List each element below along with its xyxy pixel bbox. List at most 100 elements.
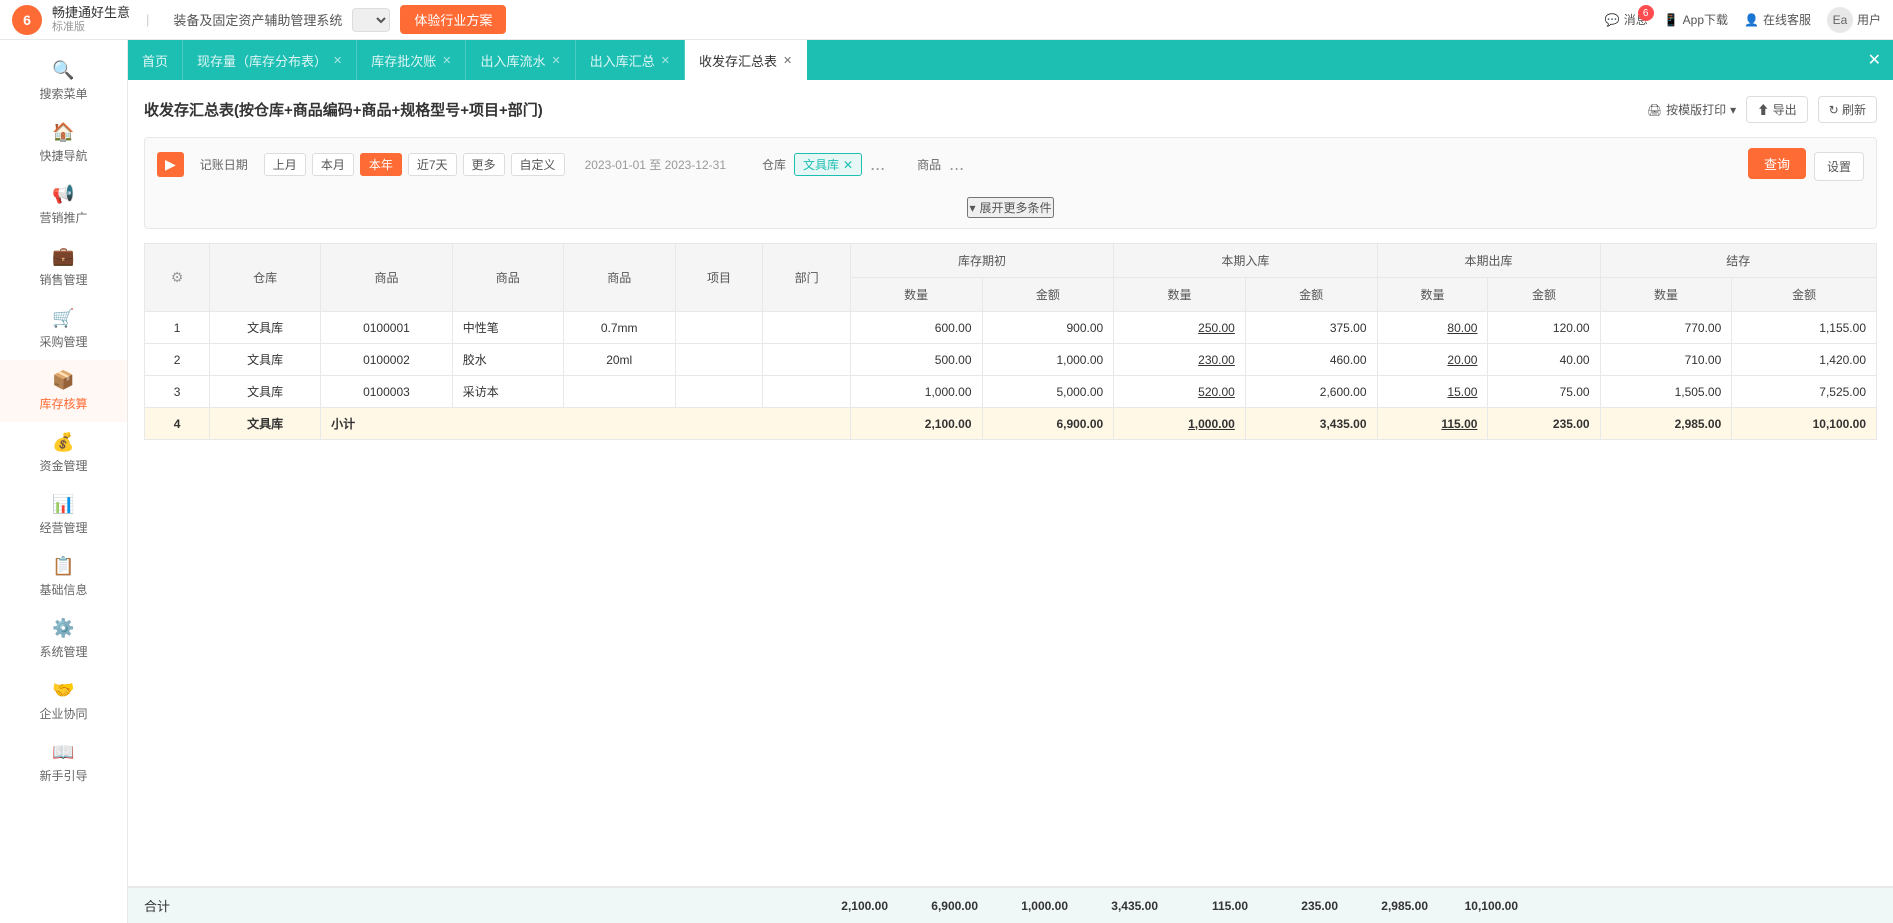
tab-receipts-summary-close[interactable]: ✕ [783, 54, 792, 67]
goods-filter-more[interactable]: ... [949, 154, 964, 175]
row1-out-qty[interactable]: 80.00 [1377, 312, 1488, 344]
tab-batch[interactable]: 库存批次账 ✕ [357, 40, 466, 80]
sidebar-item-purchase[interactable]: 🛒 采购管理 [0, 298, 127, 360]
sidebar-item-enterprise[interactable]: 🤝 企业协同 [0, 670, 127, 732]
tab-stock-dist-close[interactable]: ✕ [333, 54, 342, 67]
row2-in-qty-link[interactable]: 230.00 [1198, 353, 1235, 367]
total-bar: 合计 2,100.00 6,900.00 1,000.00 3,435.00 1… [128, 886, 1893, 923]
subtotal-row: 4 文具库 小计 2,100.00 6,900.00 1,000.00 3,43… [145, 408, 1877, 440]
row3-in-qty[interactable]: 520.00 [1114, 376, 1246, 408]
right-panel: 查询 设置 [1748, 148, 1864, 181]
date-btn-this-month[interactable]: 本月 [312, 153, 354, 176]
tab-stock-dist-label: 现存量（库存分布表） [197, 51, 327, 70]
operations-icon: 📊 [52, 494, 74, 515]
date-btn-last-month[interactable]: 上月 [264, 153, 306, 176]
total-balance-amt: 10,100.00 [1438, 899, 1528, 913]
tab-flow-close[interactable]: ✕ [552, 54, 561, 67]
sidebar-item-quicknav[interactable]: 🏠 快捷导航 [0, 112, 127, 174]
sidebar-label-quicknav: 快捷导航 [39, 147, 87, 164]
sidebar-item-system[interactable]: ⚙️ 系统管理 [0, 608, 127, 670]
sidebar-item-basic-info[interactable]: 📋 基础信息 [0, 546, 127, 608]
warehouse-filter-more[interactable]: ... [870, 154, 885, 175]
row2-balance-amt: 1,420.00 [1732, 344, 1877, 376]
row2-out-qty[interactable]: 20.00 [1377, 344, 1488, 376]
row1-out-amt: 120.00 [1488, 312, 1600, 344]
tab-flow[interactable]: 出入库流水 ✕ [466, 40, 575, 80]
row3-out-amt: 75.00 [1488, 376, 1600, 408]
row3-out-qty-link[interactable]: 15.00 [1447, 385, 1477, 399]
row1-product-name: 中性笔 [452, 312, 563, 344]
date-btn-custom[interactable]: 自定义 [511, 153, 565, 176]
system-select[interactable] [352, 8, 390, 32]
row2-product-code: 0100002 [321, 344, 453, 376]
try-btn[interactable]: 体验行业方案 [400, 5, 506, 34]
tab-batch-close[interactable]: ✕ [442, 54, 451, 67]
online-service-btn[interactable]: 👤 在线客服 [1744, 11, 1811, 28]
row1-in-qty[interactable]: 250.00 [1114, 312, 1246, 344]
table-row: 1 文具库 0100001 中性笔 0.7mm 600.00 900.00 25… [145, 312, 1877, 344]
table-gear-icon[interactable]: ⚙ [171, 269, 184, 285]
row2-out-qty-link[interactable]: 20.00 [1447, 353, 1477, 367]
row3-in-qty-link[interactable]: 520.00 [1198, 385, 1235, 399]
row3-index: 3 [145, 376, 210, 408]
row2-warehouse: 文具库 [210, 344, 321, 376]
row1-balance-amt: 1,155.00 [1732, 312, 1877, 344]
subtotal-out-qty[interactable]: 115.00 [1377, 408, 1488, 440]
row3-product-name: 采访本 [452, 376, 563, 408]
row1-department [763, 312, 851, 344]
app-download-btn[interactable]: 📱 App下载 [1664, 11, 1728, 28]
row2-project [675, 344, 763, 376]
subtotal-warehouse: 文具库 [210, 408, 321, 440]
tab-stock-dist[interactable]: 现存量（库存分布表） ✕ [183, 40, 357, 80]
th-settings[interactable]: ⚙ [145, 244, 210, 312]
th-current-in: 本期入库 [1114, 244, 1377, 278]
sidebar-item-finance[interactable]: 💰 资金管理 [0, 422, 127, 484]
subtotal-out-qty-link[interactable]: 115.00 [1441, 417, 1477, 431]
tab-bar-close[interactable]: ✕ [1856, 50, 1893, 70]
filter-toggle-btn[interactable]: ▶ [157, 152, 184, 177]
warehouse-tag-close[interactable]: ✕ [843, 158, 853, 172]
tab-summary[interactable]: 出入库汇总 ✕ [576, 40, 685, 80]
user-label: 用户 [1857, 11, 1881, 28]
row2-index: 2 [145, 344, 210, 376]
sidebar-label-enterprise: 企业协同 [39, 705, 87, 722]
filter-settings-btn[interactable]: 设置 [1814, 152, 1864, 181]
goods-filter-label: 商品 [917, 156, 941, 173]
sidebar-item-marketing[interactable]: 📢 营销推广 [0, 174, 127, 236]
sidebar-item-operations[interactable]: 📊 经营管理 [0, 484, 127, 546]
subtotal-in-qty-link[interactable]: 1,000.00 [1188, 417, 1235, 431]
export-btn[interactable]: ⬆ 导出 [1746, 96, 1807, 123]
subtotal-in-qty[interactable]: 1,000.00 [1114, 408, 1246, 440]
date-btn-7days[interactable]: 近7天 [408, 153, 457, 176]
row1-in-qty-link[interactable]: 250.00 [1198, 321, 1235, 335]
app-download-label: App下载 [1683, 11, 1728, 28]
row3-out-qty[interactable]: 15.00 [1377, 376, 1488, 408]
filter-row: ▶ 记账日期 上月 本月 本年 近7天 更多 自定义 2023-01-01 至 … [157, 148, 1864, 181]
tab-home[interactable]: 首页 [128, 40, 183, 80]
tab-summary-close[interactable]: ✕ [661, 54, 670, 67]
sidebar-item-guide[interactable]: 📖 新手引导 [0, 732, 127, 794]
system-name: 装备及固定资产辅助管理系统 [173, 10, 342, 29]
date-btn-this-year[interactable]: 本年 [360, 153, 402, 176]
warehouse-tag-text: 文具库 [803, 156, 839, 173]
warehouse-tag[interactable]: 文具库 ✕ [794, 153, 862, 176]
sidebar-item-sales[interactable]: 💼 销售管理 [0, 236, 127, 298]
row1-out-qty-link[interactable]: 80.00 [1447, 321, 1477, 335]
refresh-btn[interactable]: ↻ 刷新 [1818, 96, 1877, 123]
sidebar-item-inventory[interactable]: 📦 库存核算 [0, 360, 127, 422]
th-balance: 结存 [1600, 244, 1876, 278]
row3-project [675, 376, 763, 408]
message-btn[interactable]: 💬 消息 6 [1605, 11, 1648, 28]
row2-in-qty[interactable]: 230.00 [1114, 344, 1246, 376]
sidebar: 🔍 搜索菜单 🏠 快捷导航 📢 营销推广 💼 销售管理 🛒 采购管理 📦 [0, 40, 128, 923]
app-icon: 📱 [1664, 13, 1679, 27]
tab-bar: 首页 现存量（库存分布表） ✕ 库存批次账 ✕ 出入库流水 ✕ 出入库汇总 ✕ [128, 40, 1893, 80]
date-btn-more[interactable]: 更多 [463, 153, 505, 176]
total-balance-qty: 2,985.00 [1348, 899, 1438, 913]
tab-receipts-summary[interactable]: 收发存汇总表 ✕ [685, 40, 807, 80]
print-btn[interactable]: 🖨 按模版打印 ▾ [1647, 101, 1736, 118]
query-btn[interactable]: 查询 [1748, 148, 1806, 179]
sidebar-item-search[interactable]: 🔍 搜索菜单 [0, 50, 127, 112]
user-btn[interactable]: Ea 用户 [1827, 7, 1881, 33]
filter-expand-btn[interactable]: ▾ 展开更多条件 [967, 197, 1053, 218]
